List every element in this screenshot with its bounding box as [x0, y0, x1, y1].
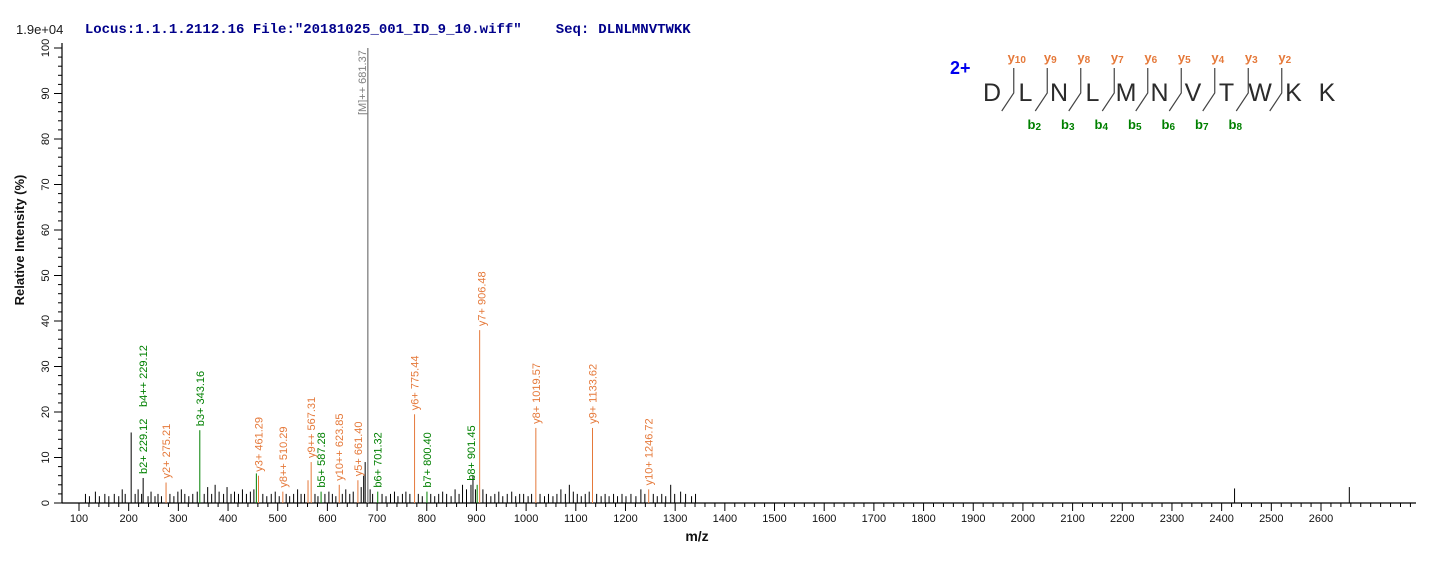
x-tick-label: 1600 — [812, 513, 836, 525]
x-tick-label: 1200 — [613, 513, 637, 525]
x-tick-label: 1000 — [514, 513, 538, 525]
cleavage-mark — [1236, 68, 1248, 111]
peak-label: y10++ 623.85 — [334, 414, 346, 481]
peak-label: b8+ 901.45 — [466, 425, 478, 480]
residue-letter: L — [1086, 79, 1100, 107]
y-axis-title: Relative Intensity (%) — [12, 175, 27, 306]
residue-letter: L — [1019, 79, 1033, 107]
y-tick-label: 80 — [40, 133, 52, 145]
residue-letter: N — [1150, 79, 1168, 107]
residue-letter: K — [1319, 79, 1336, 107]
peak-label: b6+ 701.32 — [373, 432, 385, 487]
cleavage-mark — [1169, 68, 1181, 111]
y-ion-diagram-label: y2 — [1278, 50, 1291, 66]
y-ion-diagram-label: y8 — [1077, 50, 1090, 66]
peak-label: y2+ 275.21 — [161, 424, 173, 479]
x-tick-label: 1100 — [564, 513, 588, 525]
peak-label: y8++ 510.29 — [278, 426, 290, 487]
x-tick-label: 2300 — [1160, 513, 1184, 525]
b-ion-diagram-label: b3 — [1061, 117, 1075, 133]
residue-letter: D — [983, 79, 1001, 107]
y-ion-diagram-label: y6 — [1144, 50, 1157, 66]
x-tick-label: 1800 — [911, 513, 935, 525]
peak-label: y3+ 461.29 — [253, 417, 265, 472]
peak-label: y10+ 1246.72 — [644, 418, 656, 485]
x-tick-label: 600 — [318, 513, 336, 525]
intensity-scale-label: 1.9e+04 — [16, 22, 63, 37]
x-tick-label: 700 — [368, 513, 386, 525]
peak-label: y5+ 661.40 — [353, 422, 365, 477]
x-tick-label: 100 — [70, 513, 88, 525]
x-tick-label: 2100 — [1060, 513, 1084, 525]
peak-label: y6+ 775.44 — [410, 356, 422, 411]
x-tick-label: 1900 — [961, 513, 985, 525]
x-axis-title: m/z — [685, 528, 708, 544]
cleavage-mark — [1203, 68, 1215, 111]
y-ion-diagram-label: y5 — [1178, 50, 1191, 66]
x-tick-label: 1300 — [663, 513, 687, 525]
b-ion-diagram-label: b8 — [1228, 117, 1242, 133]
y-ion-diagram-label: y9 — [1044, 50, 1057, 66]
y-tick-label: 90 — [40, 87, 52, 99]
y-tick-label: 70 — [40, 178, 52, 190]
cleavage-mark — [1069, 68, 1081, 111]
peak-label: y8+ 1019.57 — [531, 363, 543, 424]
x-tick-label: 2500 — [1259, 513, 1283, 525]
cleavage-mark — [1136, 68, 1148, 111]
residue-letter: K — [1285, 79, 1302, 107]
residue-letter: N — [1050, 79, 1068, 107]
residue-letter: T — [1219, 79, 1234, 107]
y-tick-label: 40 — [40, 315, 52, 327]
x-tick-label: 800 — [418, 513, 436, 525]
peak-label: b2+ 229.12 — [138, 419, 150, 474]
x-tick-label: 1700 — [862, 513, 886, 525]
y-tick-label: 60 — [40, 224, 52, 236]
b-ion-diagram-label: b5 — [1128, 117, 1142, 133]
cleavage-mark — [1002, 68, 1014, 111]
x-tick-label: 500 — [269, 513, 287, 525]
x-tick-label: 900 — [467, 513, 485, 525]
peak-label: y7+ 906.48 — [477, 271, 489, 326]
peak-label: b4++ 229.12 — [138, 345, 150, 407]
residue-letter: V — [1185, 79, 1202, 107]
x-tick-label: 2000 — [1011, 513, 1035, 525]
y-tick-label: 0 — [40, 500, 52, 506]
x-tick-label: 2600 — [1309, 513, 1333, 525]
x-tick-label: 2200 — [1110, 513, 1134, 525]
y-ion-diagram-label: y3 — [1245, 50, 1258, 66]
y-tick-label: 30 — [40, 360, 52, 372]
y-ion-diagram-label: y4 — [1211, 50, 1224, 66]
cleavage-mark — [1102, 68, 1114, 111]
b-ion-diagram-label: b7 — [1195, 117, 1209, 133]
peak-label: b5+ 587.28 — [316, 432, 328, 487]
ms2-spectrum-chart: 1002003004005006007008009001000110012001… — [0, 0, 1436, 562]
peak-label: b3+ 343.16 — [195, 371, 207, 426]
x-tick-label: 1500 — [762, 513, 786, 525]
b-ion-diagram-label: b4 — [1094, 117, 1108, 133]
peak-label: b7+ 800.40 — [422, 432, 434, 487]
residue-letter: W — [1248, 79, 1272, 107]
peak-label: y9+ 1133.62 — [588, 364, 600, 424]
y-ion-diagram-label: y10 — [1008, 50, 1027, 66]
y-tick-label: 100 — [40, 39, 52, 57]
residue-letter: M — [1116, 79, 1137, 107]
x-tick-label: 1400 — [713, 513, 737, 525]
y-tick-label: 50 — [40, 269, 52, 281]
x-tick-label: 200 — [120, 513, 138, 525]
x-tick-label: 300 — [169, 513, 187, 525]
y-tick-label: 10 — [40, 451, 52, 463]
y-tick-label: 20 — [40, 406, 52, 418]
b-ion-diagram-label: b2 — [1027, 117, 1041, 133]
x-tick-label: 400 — [219, 513, 237, 525]
charge-state-label: 2+ — [950, 58, 971, 78]
peak-label: [M]++ 681.37 — [357, 50, 369, 115]
b-ion-diagram-label: b6 — [1161, 117, 1175, 133]
cleavage-mark — [1035, 68, 1047, 111]
y-ion-diagram-label: y7 — [1111, 50, 1124, 66]
x-tick-label: 2400 — [1209, 513, 1233, 525]
